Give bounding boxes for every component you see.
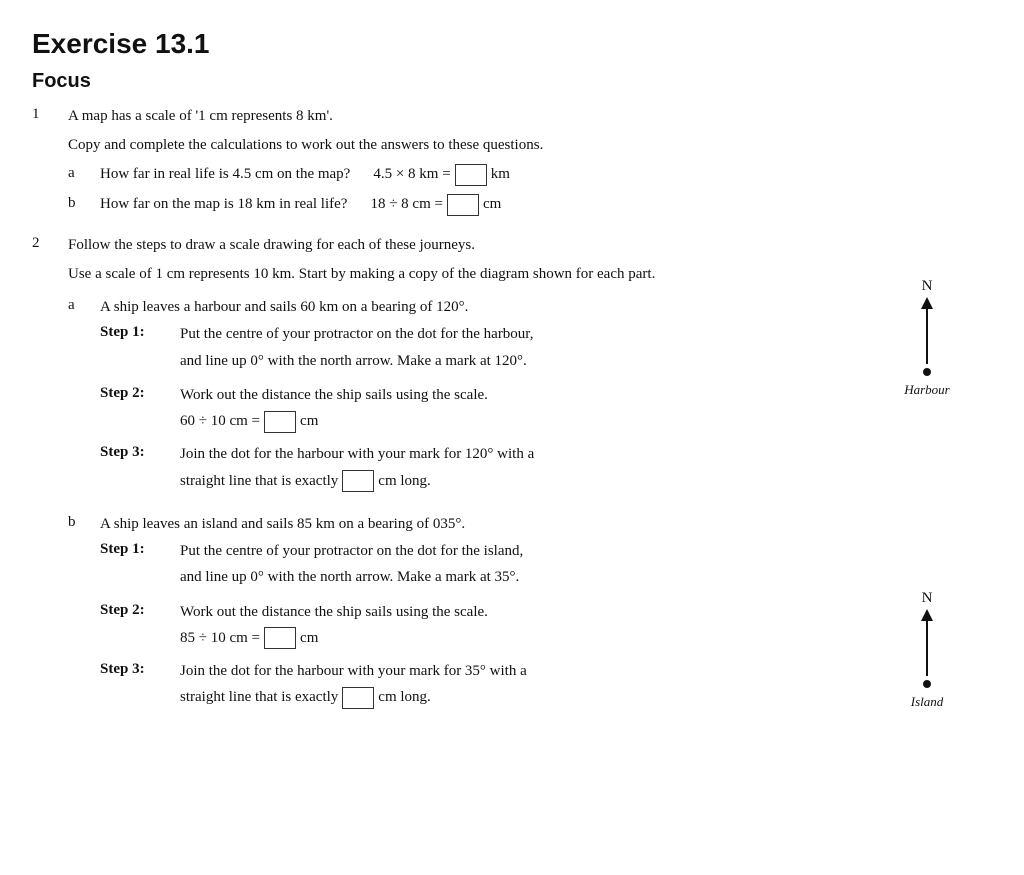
- island-label: Island: [911, 694, 944, 710]
- page: Exercise 13.1 Focus 1 A map has a scale …: [0, 0, 1024, 875]
- q2-sub-a-step3-calc-text: straight line that is exactly: [180, 470, 338, 493]
- q1-sub-a: a How far in real life is 4.5 cm on the …: [68, 164, 992, 188]
- q1-sub-b-content: How far on the map is 18 km in real life…: [100, 194, 992, 218]
- q2-sub-b-step2-calc-text: 85 ÷ 10 cm =: [180, 627, 260, 650]
- q2-sub-a-step2-calc-text: 60 ÷ 10 cm =: [180, 410, 260, 433]
- q2-sub-b-step1-label: Step 1:: [100, 540, 180, 593]
- q2-sub-a-step3-label: Step 3:: [100, 443, 180, 495]
- island-north-label: N: [922, 590, 933, 607]
- q2-sub-a-step1-label: Step 1:: [100, 323, 180, 376]
- harbour-label: Harbour: [904, 382, 950, 398]
- q1-instruction: Copy and complete the calculations to wo…: [68, 134, 992, 157]
- q1-sub-b-line: How far on the map is 18 km in real life…: [100, 194, 992, 216]
- island-dot: [923, 680, 931, 688]
- q1-sub-a-label: a: [68, 164, 100, 188]
- q1-sub-a-calc: 4.5 × 8 km =: [373, 166, 450, 183]
- q2-intro-1: Follow the steps to draw a scale drawing…: [68, 234, 992, 257]
- q1-sub-a-content: How far in real life is 4.5 cm on the ma…: [100, 164, 992, 188]
- q2-sub-a-step3-unit: cm long.: [378, 470, 431, 493]
- harbour-arrow-head: [921, 297, 933, 309]
- q2-sub-b-step1-line2: and line up 0° with the north arrow. Mak…: [180, 566, 992, 589]
- harbour-arrow-shaft: [926, 309, 928, 364]
- harbour-north-label: N: [922, 278, 933, 295]
- q2-sub-b-step3-input[interactable]: [342, 687, 374, 709]
- q2-sub-b: b A ship leaves an island and sails 85 k…: [68, 513, 992, 720]
- q2-sub-b-content: A ship leaves an island and sails 85 km …: [100, 513, 992, 720]
- q1-sub-a-text: How far in real life is 4.5 cm on the ma…: [100, 166, 350, 183]
- q2-sub-a-step3-calc: straight line that is exactly cm long.: [180, 470, 992, 493]
- section-title: Focus: [32, 70, 992, 93]
- q1-sub-b-unit: cm: [483, 196, 501, 213]
- north-arrow-harbour: N: [921, 278, 933, 364]
- q2-sub-b-step2-input[interactable]: [264, 627, 296, 649]
- q2-sub-a-content: A ship leaves a harbour and sails 60 km …: [100, 296, 992, 503]
- q2-sub-b-step3-unit: cm long.: [378, 686, 431, 709]
- q1-sub-a-unit: km: [491, 166, 510, 183]
- q2-sub-a: a A ship leaves a harbour and sails 60 k…: [68, 296, 992, 503]
- q2-sub-b-step2-label: Step 2:: [100, 601, 180, 653]
- question-2: 2 Follow the steps to draw a scale drawi…: [32, 234, 992, 726]
- q2-sub-a-step2-label: Step 2:: [100, 384, 180, 436]
- q2-sub-b-step2: Step 2: Work out the distance the ship s…: [100, 601, 992, 653]
- q2-sub-b-step1-content: Put the centre of your protractor on the…: [180, 540, 992, 593]
- q2-sub-b-step1: Step 1: Put the centre of your protracto…: [100, 540, 992, 593]
- north-arrow-island: N: [921, 590, 933, 676]
- q2-number: 2: [32, 234, 68, 726]
- q2-sub-b-step3: Step 3: Join the dot for the harbour wit…: [100, 660, 992, 712]
- q2-sub-b-label: b: [68, 513, 100, 720]
- q2-sub-a-step3-content: Join the dot for the harbour with your m…: [180, 443, 992, 495]
- q1-sub-b-label: b: [68, 194, 100, 218]
- q2-sub-a-text: A ship leaves a harbour and sails 60 km …: [100, 296, 992, 319]
- q1-sub-a-input[interactable]: [455, 164, 487, 186]
- q1-sub-b: b How far on the map is 18 km in real li…: [68, 194, 992, 218]
- q1-number: 1: [32, 105, 68, 224]
- q1-intro: A map has a scale of '1 cm represents 8 …: [68, 105, 992, 128]
- q1-sub-b-input[interactable]: [447, 194, 479, 216]
- q2-sub-a-step3-line1: Join the dot for the harbour with your m…: [180, 443, 992, 466]
- q1-content: A map has a scale of '1 cm represents 8 …: [68, 105, 992, 224]
- island-arrow-head: [921, 609, 933, 621]
- harbour-dot: [923, 368, 931, 376]
- exercise-title: Exercise 13.1: [32, 28, 992, 60]
- q2-sub-a-step2: Step 2: Work out the distance the ship s…: [100, 384, 992, 436]
- q2-sub-a-step2-calc: 60 ÷ 10 cm = cm: [180, 410, 992, 433]
- q1-sub-b-calc: 18 ÷ 8 cm =: [370, 196, 443, 213]
- q2-sub-a-step2-unit: cm: [300, 410, 318, 433]
- q2-content: Follow the steps to draw a scale drawing…: [68, 234, 992, 726]
- q2-sub-a-step3: Step 3: Join the dot for the harbour wit…: [100, 443, 992, 495]
- q2-sub-b-step3-calc-text: straight line that is exactly: [180, 686, 338, 709]
- q2-intro-2: Use a scale of 1 cm represents 10 km. St…: [68, 263, 992, 286]
- q2-sub-a-step3-input[interactable]: [342, 470, 374, 492]
- q2-sub-b-step3-label: Step 3:: [100, 660, 180, 712]
- q1-sub-a-line: How far in real life is 4.5 cm on the ma…: [100, 164, 992, 186]
- island-diagram: N Island: [862, 590, 992, 710]
- q2-sub-b-step2-unit: cm: [300, 627, 318, 650]
- island-arrow-shaft: [926, 621, 928, 676]
- q2-sub-b-step1-line1: Put the centre of your protractor on the…: [180, 540, 992, 563]
- q2-sub-b-text: A ship leaves an island and sails 85 km …: [100, 513, 992, 536]
- q2-sub-a-step2-input[interactable]: [264, 411, 296, 433]
- q2-sub-a-step1: Step 1: Put the centre of your protracto…: [100, 323, 992, 376]
- q1-sub-b-text: How far on the map is 18 km in real life…: [100, 196, 347, 213]
- question-1: 1 A map has a scale of '1 cm represents …: [32, 105, 992, 224]
- q2-sub-a-label: a: [68, 296, 100, 503]
- harbour-diagram: N Harbour: [862, 278, 992, 398]
